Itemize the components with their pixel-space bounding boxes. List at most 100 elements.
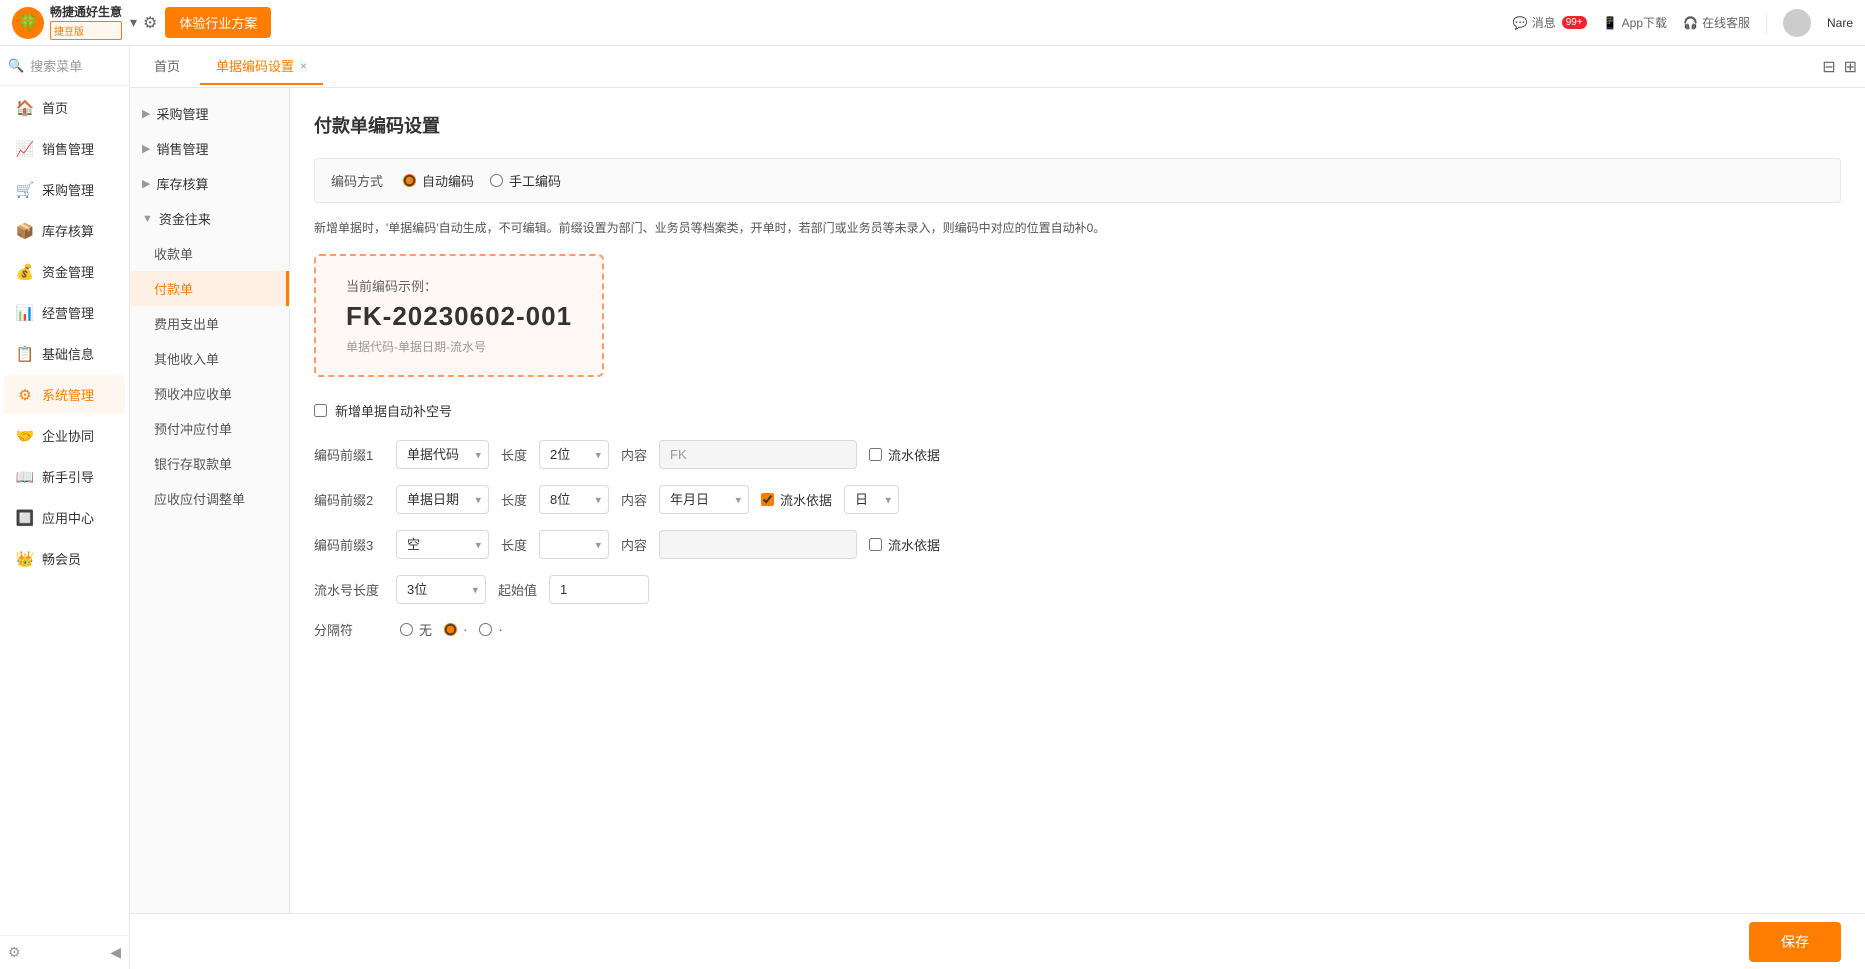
- save-button[interactable]: 保存: [1749, 922, 1841, 962]
- prefix2-select-wrapper: 单据代码 单据日期 部门 业务员 空 ▾: [396, 485, 489, 514]
- serial-length-label: 流水号长度: [314, 580, 384, 599]
- message-btn[interactable]: 💬 消息 99+: [1513, 14, 1587, 31]
- prefix3-select[interactable]: 单据代码 单据日期 部门 业务员 空: [396, 530, 489, 559]
- sep-dash-option[interactable]: ·: [444, 622, 467, 637]
- length3-select-wrapper: 2位 4位 6位 8位 ▾: [539, 530, 609, 559]
- tabbar-maximize-btn[interactable]: ⊞: [1844, 57, 1857, 77]
- sidebar-item-member[interactable]: 👑 畅会员: [4, 539, 125, 578]
- day-select-wrapper: 日 月 年 ▾: [844, 485, 899, 514]
- serial-length-select[interactable]: 3位 4位 5位 6位: [396, 575, 486, 604]
- app-download-btn[interactable]: 📱 App下载: [1603, 14, 1667, 31]
- sep-none-option[interactable]: 无: [400, 620, 432, 639]
- serial1-label: 流水依据: [888, 445, 940, 464]
- operation-icon: 📊: [16, 304, 34, 322]
- sep-none-radio[interactable]: [400, 623, 413, 636]
- sub-menu-purchase: ▶ 采购管理: [130, 96, 289, 131]
- inventory-icon: 📦: [16, 222, 34, 240]
- sidebar-item-guide[interactable]: 📖 新手引导: [4, 457, 125, 496]
- sidebar-item-basic[interactable]: 📋 基础信息: [4, 334, 125, 373]
- code-preview-box: 当前编码示例： FK-20230602-001 单据代码-单据日期-流水号: [314, 254, 604, 377]
- tab-home-label: 首页: [154, 56, 180, 75]
- serial2-checkbox[interactable]: [761, 493, 774, 506]
- length2-label: 长度: [501, 490, 527, 509]
- tab-settings[interactable]: 单据编码设置 ×: [200, 48, 323, 85]
- auto-fill-label: 新增单据自动补空号: [335, 401, 452, 420]
- sub-menu-sales-label: 销售管理: [156, 139, 208, 158]
- sub-menu-advance-payable[interactable]: 预付冲应付单: [130, 411, 289, 446]
- start-value-input[interactable]: [549, 575, 649, 604]
- content2-select[interactable]: 年月日 年月 年: [659, 485, 749, 514]
- sidebar-item-system[interactable]: ⚙ 系统管理: [4, 375, 125, 414]
- sub-menu-bank-deposit[interactable]: 银行存取款单: [130, 446, 289, 481]
- topbar-nav: ▾ ⚙: [130, 13, 157, 33]
- code-preview-value: FK-20230602-001: [346, 301, 572, 332]
- sidebar-item-label-guide: 新手引导: [42, 467, 94, 486]
- sidebar-settings-btn[interactable]: ⚙: [8, 944, 21, 961]
- purchase-arrow-icon: ▶: [142, 107, 150, 120]
- manual-encoding-option[interactable]: 手工编码: [490, 171, 561, 190]
- nav-gear-btn[interactable]: ⚙: [143, 13, 157, 33]
- sub-menu-other-income[interactable]: 其他收入单: [130, 341, 289, 376]
- sub-menu-receivable-adjust[interactable]: 应收应付调整单: [130, 481, 289, 516]
- auto-fill-checkbox[interactable]: [314, 404, 327, 417]
- sub-menu-purchase-header[interactable]: ▶ 采购管理: [130, 96, 289, 131]
- serial2-checkbox-label[interactable]: 流水依据: [761, 490, 832, 509]
- serial3-checkbox[interactable]: [869, 538, 882, 551]
- sidebar-item-finance[interactable]: 💰 资金管理: [4, 252, 125, 291]
- length2-select[interactable]: 2位 4位 6位 8位: [539, 485, 609, 514]
- sub-menu-inventory-header[interactable]: ▶ 库存核算: [130, 166, 289, 201]
- manual-encoding-radio[interactable]: [490, 174, 503, 187]
- auto-encoding-radio[interactable]: [403, 174, 416, 187]
- sub-menu-sales-header[interactable]: ▶ 销售管理: [130, 131, 289, 166]
- sidebar-collapse-btn[interactable]: ◀: [110, 944, 121, 961]
- auto-encoding-option[interactable]: 自动编码: [403, 171, 474, 190]
- sidebar-item-inventory[interactable]: 📦 库存核算: [4, 211, 125, 250]
- bottom-bar: 保存: [130, 913, 1865, 969]
- serial2-label: 流水依据: [780, 490, 832, 509]
- content1-input: [659, 440, 857, 469]
- sub-menu-expense[interactable]: 费用支出单: [130, 306, 289, 341]
- sub-menu-capital-header[interactable]: ▼ 资金往来: [130, 201, 289, 236]
- user-name: Nare: [1827, 16, 1853, 30]
- day-select[interactable]: 日 月 年: [844, 485, 899, 514]
- sep-dash-radio[interactable]: [444, 623, 457, 636]
- guide-icon: 📖: [16, 468, 34, 486]
- sidebar-item-home[interactable]: 🏠 首页: [4, 88, 125, 127]
- tabbar-minimize-btn[interactable]: ⊟: [1822, 57, 1835, 77]
- sidebar-item-label-inventory: 库存核算: [42, 221, 94, 240]
- content3-label: 内容: [621, 535, 647, 554]
- prefix2-select[interactable]: 单据代码 单据日期 部门 业务员 空: [396, 485, 489, 514]
- sep-dot-radio[interactable]: [479, 623, 492, 636]
- sub-menu-payment[interactable]: 付款单: [130, 271, 289, 306]
- headset-icon: 🎧: [1683, 16, 1698, 30]
- sidebar-item-appstore[interactable]: 🔲 应用中心: [4, 498, 125, 537]
- length1-select-wrapper: 2位 4位 6位 8位 ▾: [539, 440, 609, 469]
- nav-arrow-btn[interactable]: ▾: [130, 14, 137, 31]
- left-sidebar: 🔍 搜索菜单 🏠 首页 📈 销售管理 🛒 采购管理 📦 库存核算 💰: [0, 46, 130, 969]
- tab-home[interactable]: 首页: [138, 48, 196, 85]
- sub-menu-receipt[interactable]: 收款单: [130, 236, 289, 271]
- serial1-checkbox[interactable]: [869, 448, 882, 461]
- finance-icon: 💰: [16, 263, 34, 281]
- topbar-logo: 🍀 畅捷通好生意 捷豆版: [12, 5, 122, 40]
- sidebar-item-enterprise[interactable]: 🤝 企业协同: [4, 416, 125, 455]
- try-industry-btn[interactable]: 体验行业方案: [165, 7, 271, 38]
- online-service-btn[interactable]: 🎧 在线客服: [1683, 14, 1750, 31]
- sep-dot-option[interactable]: ·: [479, 622, 502, 637]
- sep-dash-label: ·: [463, 622, 467, 637]
- sidebar-item-sales[interactable]: 📈 销售管理: [4, 129, 125, 168]
- sidebar-item-label-operation: 经营管理: [42, 303, 94, 322]
- length3-select[interactable]: 2位 4位 6位 8位: [539, 530, 609, 559]
- prefix3-row: 编码前缀3 单据代码 单据日期 部门 业务员 空 ▾ 长度: [314, 530, 1841, 559]
- serial3-checkbox-label[interactable]: 流水依据: [869, 535, 940, 554]
- length1-select[interactable]: 2位 4位 6位 8位: [539, 440, 609, 469]
- search-menu-btn[interactable]: 🔍 搜索菜单: [0, 46, 129, 86]
- sidebar-item-purchase[interactable]: 🛒 采购管理: [4, 170, 125, 209]
- sub-menu-advance-receivable[interactable]: 预收冲应收单: [130, 376, 289, 411]
- content2-label: 内容: [621, 490, 647, 509]
- sidebar-item-operation[interactable]: 📊 经营管理: [4, 293, 125, 332]
- tab-close-btn[interactable]: ×: [300, 59, 307, 73]
- prefix3-select-wrapper: 单据代码 单据日期 部门 业务员 空 ▾: [396, 530, 489, 559]
- serial1-checkbox-label[interactable]: 流水依据: [869, 445, 940, 464]
- prefix1-select[interactable]: 单据代码 单据日期 部门 业务员 空: [396, 440, 489, 469]
